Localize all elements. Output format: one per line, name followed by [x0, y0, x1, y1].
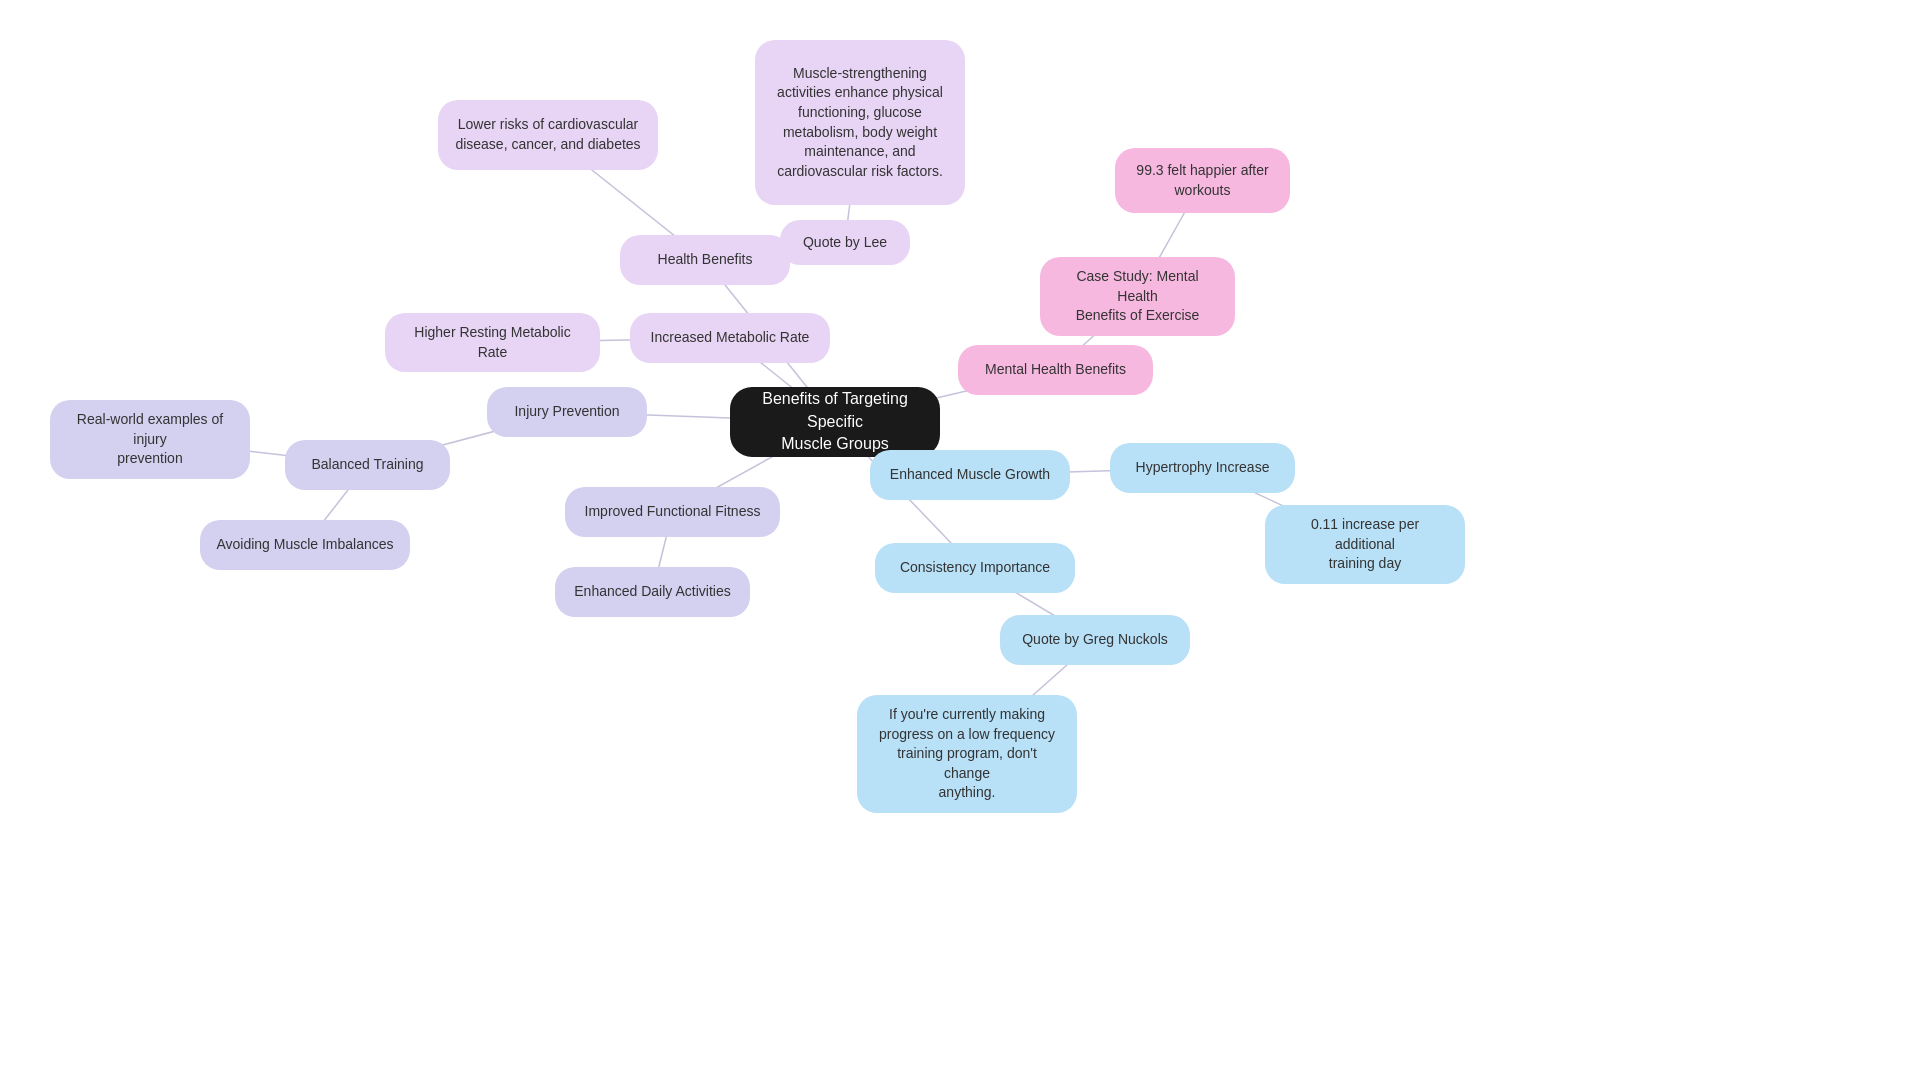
node-increased_metabolic: Increased Metabolic Rate	[630, 313, 830, 363]
node-label-increase_per_day: 0.11 increase per additional training da…	[1281, 515, 1449, 574]
node-health_benefits: Health Benefits	[620, 235, 790, 285]
node-increase_per_day: 0.11 increase per additional training da…	[1265, 505, 1465, 584]
node-label-balanced_training: Balanced Training	[311, 455, 423, 475]
mindmap-canvas: Benefits of Targeting Specific Muscle Gr…	[0, 0, 1920, 1083]
node-center: Benefits of Targeting Specific Muscle Gr…	[730, 387, 940, 457]
node-label-mental_health: Mental Health Benefits	[985, 360, 1126, 380]
node-balanced_training: Balanced Training	[285, 440, 450, 490]
node-greg_quote_detail: If you're currently making progress on a…	[857, 695, 1077, 813]
node-label-lower_risks: Lower risks of cardiovascular disease, c…	[455, 115, 640, 154]
node-label-enhanced_muscle: Enhanced Muscle Growth	[890, 465, 1050, 485]
node-consistency: Consistency Importance	[875, 543, 1075, 593]
node-label-quote_lee_detail: Muscle-strengthening activities enhance …	[777, 64, 943, 182]
node-enhanced_muscle: Enhanced Muscle Growth	[870, 450, 1070, 500]
node-label-quote_greg: Quote by Greg Nuckols	[1022, 630, 1168, 650]
node-case_study: Case Study: Mental Health Benefits of Ex…	[1040, 257, 1235, 336]
node-hypertrophy: Hypertrophy Increase	[1110, 443, 1295, 493]
node-label-enhanced_daily: Enhanced Daily Activities	[574, 582, 730, 602]
node-label-increased_metabolic: Increased Metabolic Rate	[651, 328, 810, 348]
node-felt_happier: 99.3 felt happier after workouts	[1115, 148, 1290, 213]
node-label-higher_resting: Higher Resting Metabolic Rate	[401, 323, 584, 362]
node-real_world: Real-world examples of injury prevention	[50, 400, 250, 479]
node-label-functional_fitness: Improved Functional Fitness	[585, 502, 761, 522]
node-label-health_benefits: Health Benefits	[658, 250, 753, 270]
node-quote_lee: Quote by Lee	[780, 220, 910, 265]
node-label-injury_prevention: Injury Prevention	[514, 402, 619, 422]
node-label-real_world: Real-world examples of injury prevention	[66, 410, 234, 469]
node-label-felt_happier: 99.3 felt happier after workouts	[1136, 161, 1268, 200]
node-label-quote_lee: Quote by Lee	[803, 233, 887, 253]
node-label-hypertrophy: Hypertrophy Increase	[1136, 458, 1270, 478]
node-mental_health: Mental Health Benefits	[958, 345, 1153, 395]
node-label-avoiding_imbalances: Avoiding Muscle Imbalances	[216, 535, 393, 555]
node-avoiding_imbalances: Avoiding Muscle Imbalances	[200, 520, 410, 570]
node-lower_risks: Lower risks of cardiovascular disease, c…	[438, 100, 658, 170]
node-functional_fitness: Improved Functional Fitness	[565, 487, 780, 537]
node-quote_greg: Quote by Greg Nuckols	[1000, 615, 1190, 665]
node-label-consistency: Consistency Importance	[900, 558, 1050, 578]
node-higher_resting: Higher Resting Metabolic Rate	[385, 313, 600, 372]
node-label-case_study: Case Study: Mental Health Benefits of Ex…	[1056, 267, 1219, 326]
node-enhanced_daily: Enhanced Daily Activities	[555, 567, 750, 617]
node-label-greg_quote_detail: If you're currently making progress on a…	[873, 705, 1061, 803]
node-quote_lee_detail: Muscle-strengthening activities enhance …	[755, 40, 965, 205]
node-label-center: Benefits of Targeting Specific Muscle Gr…	[746, 388, 924, 455]
node-injury_prevention: Injury Prevention	[487, 387, 647, 437]
